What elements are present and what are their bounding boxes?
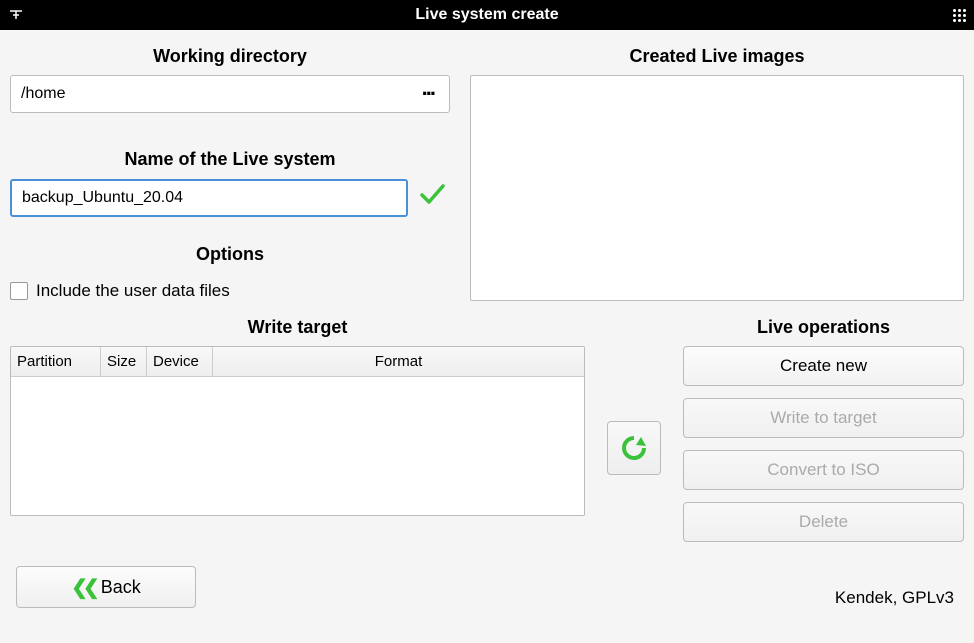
delete-button[interactable]: Delete: [683, 502, 964, 542]
write-target-label: Write target: [10, 317, 585, 338]
browse-button[interactable]: ...: [418, 75, 438, 101]
refresh-button[interactable]: [607, 421, 661, 475]
th-partition[interactable]: Partition: [11, 347, 101, 376]
created-images-listbox[interactable]: [470, 75, 964, 301]
titlebar-apps-icon[interactable]: [953, 9, 966, 22]
include-user-data-label: Include the user data files: [36, 281, 230, 301]
write-target-table[interactable]: Partition Size Device Format: [10, 346, 585, 516]
checkmark-icon: [414, 178, 450, 218]
window-title: Live system create: [415, 6, 558, 24]
back-button-label: Back: [101, 577, 141, 598]
titlebar-menu-icon[interactable]: [8, 7, 24, 23]
created-images-label: Created Live images: [470, 46, 964, 67]
footer-text: Kendek, GPLv3: [835, 588, 964, 608]
working-directory-input[interactable]: [10, 75, 450, 113]
working-directory-label: Working directory: [10, 46, 450, 67]
th-size[interactable]: Size: [101, 347, 147, 376]
include-user-data-checkbox[interactable]: [10, 282, 28, 300]
live-name-label: Name of the Live system: [10, 149, 450, 170]
live-operations-label: Live operations: [683, 317, 964, 338]
create-new-button[interactable]: Create new: [683, 346, 964, 386]
titlebar: Live system create: [0, 0, 974, 30]
back-button[interactable]: ❮❮ Back: [16, 566, 196, 608]
options-label: Options: [10, 244, 450, 265]
th-device[interactable]: Device: [147, 347, 213, 376]
convert-to-iso-button[interactable]: Convert to ISO: [683, 450, 964, 490]
write-to-target-button[interactable]: Write to target: [683, 398, 964, 438]
live-name-input[interactable]: [10, 179, 408, 217]
th-format[interactable]: Format: [213, 347, 584, 376]
table-header: Partition Size Device Format: [11, 347, 584, 377]
back-chevrons-icon: ❮❮: [71, 575, 95, 600]
